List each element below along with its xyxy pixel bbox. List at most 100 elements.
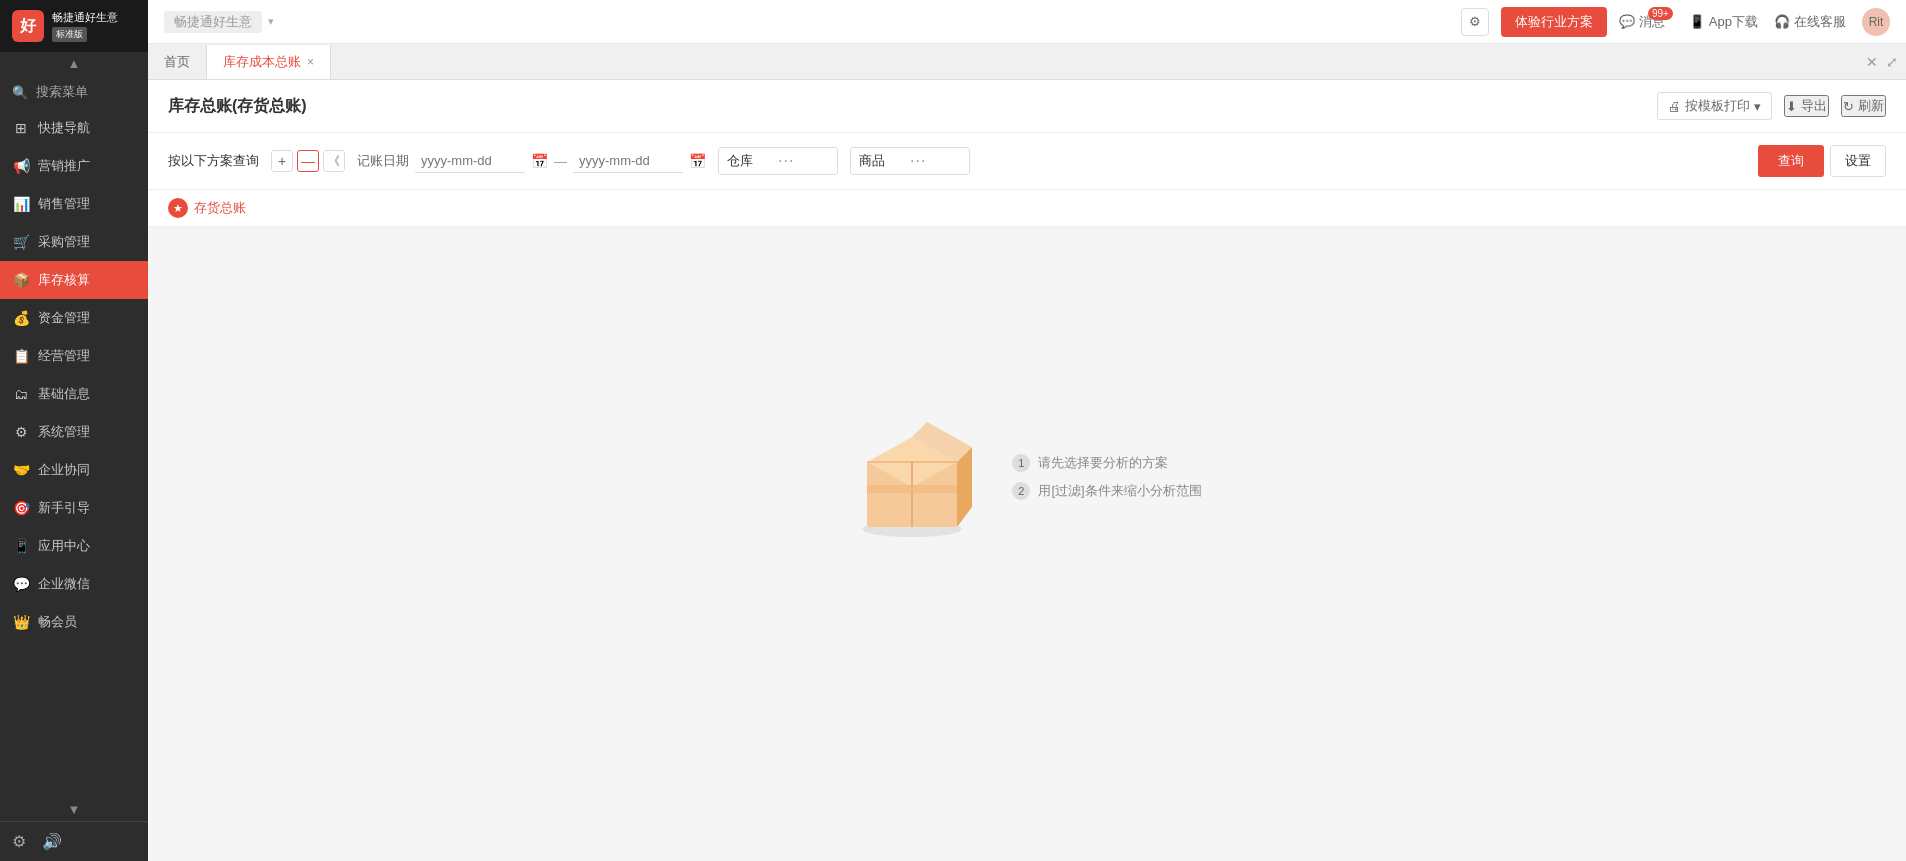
tab-inventory-ledger[interactable]: 库存成本总账 × — [207, 45, 331, 79]
sidebar-item-finance[interactable]: 💰 资金管理 — [0, 299, 148, 337]
export-icon: ⬇ — [1786, 99, 1797, 114]
header-settings-button[interactable]: ⚙ — [1461, 8, 1489, 36]
tab-home[interactable]: 首页 — [148, 45, 207, 79]
sidebar-item-app-center[interactable]: 📱 应用中心 — [0, 527, 148, 565]
svg-rect-6 — [867, 485, 957, 493]
sidebar-item-member[interactable]: 👑 畅会员 — [0, 603, 148, 641]
sidebar-bottom: ⚙ 🔊 — [0, 821, 148, 861]
header-right: 💬 消息 99+ 📱 App下载 🎧 在线客服 Rit — [1619, 8, 1890, 36]
sub-filter-inventory-ledger[interactable]: ★ 存货总账 — [168, 198, 246, 218]
empty-tips: 1 请先选择要分析的方案 2 用[过滤]条件来缩小分析范围 — [1012, 454, 1201, 500]
sidebar-scroll-down[interactable]: ▼ — [0, 798, 148, 821]
phone-icon: 📱 — [1689, 14, 1705, 29]
marketing-icon: 📢 — [12, 158, 30, 174]
settings-button[interactable]: 设置 — [1830, 145, 1886, 177]
sidebar-item-wechat[interactable]: 💬 企业微信 — [0, 565, 148, 603]
purchase-icon: 🛒 — [12, 234, 30, 250]
tip-number-1: 1 — [1012, 454, 1030, 472]
sidebar-scroll-up[interactable]: ▲ — [0, 52, 148, 75]
sidebar-item-marketing[interactable]: 📢 营销推广 — [0, 147, 148, 185]
avatar[interactable]: Rit — [1862, 8, 1890, 36]
sidebar-item-quick-nav[interactable]: ⊞ 快捷导航 — [0, 109, 148, 147]
print-button[interactable]: 🖨 按模板打印 ▾ — [1657, 92, 1772, 120]
breadcrumb: 畅捷通好生意 ▾ — [164, 11, 1449, 33]
product-dots-icon: ··· — [910, 152, 961, 170]
basic-icon: 🗂 — [12, 386, 30, 402]
filter-add-button[interactable]: + — [271, 150, 293, 172]
sidebar-item-operations[interactable]: 📋 经营管理 — [0, 337, 148, 375]
star-icon: ★ — [168, 198, 188, 218]
sidebar-item-system[interactable]: ⚙ 系统管理 — [0, 413, 148, 451]
wechat-icon: 💬 — [12, 576, 30, 592]
query-button[interactable]: 查询 — [1758, 145, 1824, 177]
app-center-icon: 📱 — [12, 538, 30, 554]
date-filter-field: 记账日期 📅 — 📅 — [357, 149, 706, 173]
date-start-input[interactable] — [415, 149, 525, 173]
logo-text: 畅捷通好生意 标准版 — [52, 10, 118, 42]
gear-icon: ⚙ — [1469, 14, 1481, 29]
page-title: 库存总账(存货总账) — [168, 96, 307, 117]
empty-tip-1: 1 请先选择要分析的方案 — [1012, 454, 1201, 472]
cooperation-icon: 🤝 — [12, 462, 30, 478]
industry-solution-button[interactable]: 体验行业方案 — [1501, 7, 1607, 37]
window-resize-button[interactable]: ⤢ — [1886, 54, 1898, 70]
tab-bar: 首页 库存成本总账 × ✕ ⤢ — [148, 44, 1906, 80]
sidebar-item-purchase[interactable]: 🛒 采购管理 — [0, 223, 148, 261]
sidebar-item-cooperation[interactable]: 🤝 企业协同 — [0, 451, 148, 489]
filter-minus-button[interactable]: — — [297, 150, 319, 172]
filter-scheme-label: 按以下方案查询 — [168, 152, 259, 170]
page-content: 库存总账(存货总账) 🖨 按模板打印 ▾ ⬇ 导出 ↻ 刷新 按以下方案查询 — [148, 80, 1906, 861]
sidebar: 好 畅捷通好生意 标准版 ▲ 🔍 搜索菜单 ⊞ 快捷导航 📢 营销推广 📊 销售… — [0, 0, 148, 861]
empty-tip-2: 2 用[过滤]条件来缩小分析范围 — [1012, 482, 1201, 500]
sidebar-item-basic[interactable]: 🗂 基础信息 — [0, 375, 148, 413]
empty-state-content: 1 请先选择要分析的方案 2 用[过滤]条件来缩小分析范围 — [852, 417, 1201, 537]
sub-filter-bar: ★ 存货总账 — [148, 190, 1906, 227]
warehouse-select[interactable]: 仓库 ··· — [718, 147, 838, 175]
breadcrumb-text: 畅捷通好生意 — [164, 11, 262, 33]
message-icon: 💬 — [1619, 14, 1635, 29]
operations-icon: 📋 — [12, 348, 30, 364]
window-close-button[interactable]: ✕ — [1866, 54, 1878, 70]
calendar-start-icon[interactable]: 📅 — [531, 153, 548, 169]
refresh-button[interactable]: ↻ 刷新 — [1841, 95, 1886, 117]
filter-collapse-button[interactable]: 《 — [323, 150, 345, 172]
main-area: 畅捷通好生意 ▾ ⚙ 体验行业方案 💬 消息 99+ 📱 App下载 🎧 在线客… — [148, 0, 1906, 861]
breadcrumb-chevron-icon: ▾ — [268, 15, 274, 28]
sales-icon: 📊 — [12, 196, 30, 212]
sidebar-item-guide[interactable]: 🎯 新手引导 — [0, 489, 148, 527]
content-area: 1 请先选择要分析的方案 2 用[过滤]条件来缩小分析范围 — [148, 227, 1906, 727]
refresh-icon: ↻ — [1843, 99, 1854, 114]
sidebar-logo: 好 畅捷通好生意 标准版 — [0, 0, 148, 52]
filter-bar: 按以下方案查询 + — 《 记账日期 📅 — 📅 仓库 ··· 商品 ··· — [148, 133, 1906, 190]
sidebar-nav: ⊞ 快捷导航 📢 营销推广 📊 销售管理 🛒 采购管理 📦 库存核算 💰 资金管… — [0, 109, 148, 798]
settings-bottom-icon[interactable]: ⚙ — [12, 832, 26, 851]
page-header: 库存总账(存货总账) 🖨 按模板打印 ▾ ⬇ 导出 ↻ 刷新 — [148, 80, 1906, 133]
product-select[interactable]: 商品 ··· — [850, 147, 970, 175]
tab-window-controls: ✕ ⤢ — [331, 54, 1906, 70]
top-header: 畅捷通好生意 ▾ ⚙ 体验行业方案 💬 消息 99+ 📱 App下载 🎧 在线客… — [148, 0, 1906, 44]
headset-icon: 🎧 — [1774, 14, 1790, 29]
tab-close-icon[interactable]: × — [307, 55, 314, 69]
export-button[interactable]: ⬇ 导出 — [1784, 95, 1829, 117]
date-separator: — — [554, 154, 567, 169]
app-download-button[interactable]: 📱 App下载 — [1689, 13, 1758, 31]
empty-box-svg — [852, 417, 982, 537]
online-support-button[interactable]: 🎧 在线客服 — [1774, 13, 1846, 31]
sidebar-item-sales[interactable]: 📊 销售管理 — [0, 185, 148, 223]
date-end-input[interactable] — [573, 149, 683, 173]
filter-add-buttons: + — 《 — [271, 150, 345, 172]
search-icon: 🔍 — [12, 85, 28, 100]
guide-icon: 🎯 — [12, 500, 30, 516]
empty-state: 1 请先选择要分析的方案 2 用[过滤]条件来缩小分析范围 — [832, 337, 1221, 617]
warehouse-dots-icon: ··· — [778, 152, 829, 170]
finance-icon: 💰 — [12, 310, 30, 326]
filter-actions: 查询 设置 — [1758, 145, 1886, 177]
messages-button[interactable]: 💬 消息 99+ — [1619, 13, 1665, 31]
sidebar-item-inventory[interactable]: 📦 库存核算 — [0, 261, 148, 299]
printer-icon: 🖨 — [1668, 99, 1681, 114]
speaker-icon[interactable]: 🔊 — [42, 832, 62, 851]
sidebar-search[interactable]: 🔍 搜索菜单 — [0, 75, 148, 109]
calendar-end-icon[interactable]: 📅 — [689, 153, 706, 169]
empty-illustration — [852, 417, 972, 537]
member-icon: 👑 — [12, 614, 30, 630]
